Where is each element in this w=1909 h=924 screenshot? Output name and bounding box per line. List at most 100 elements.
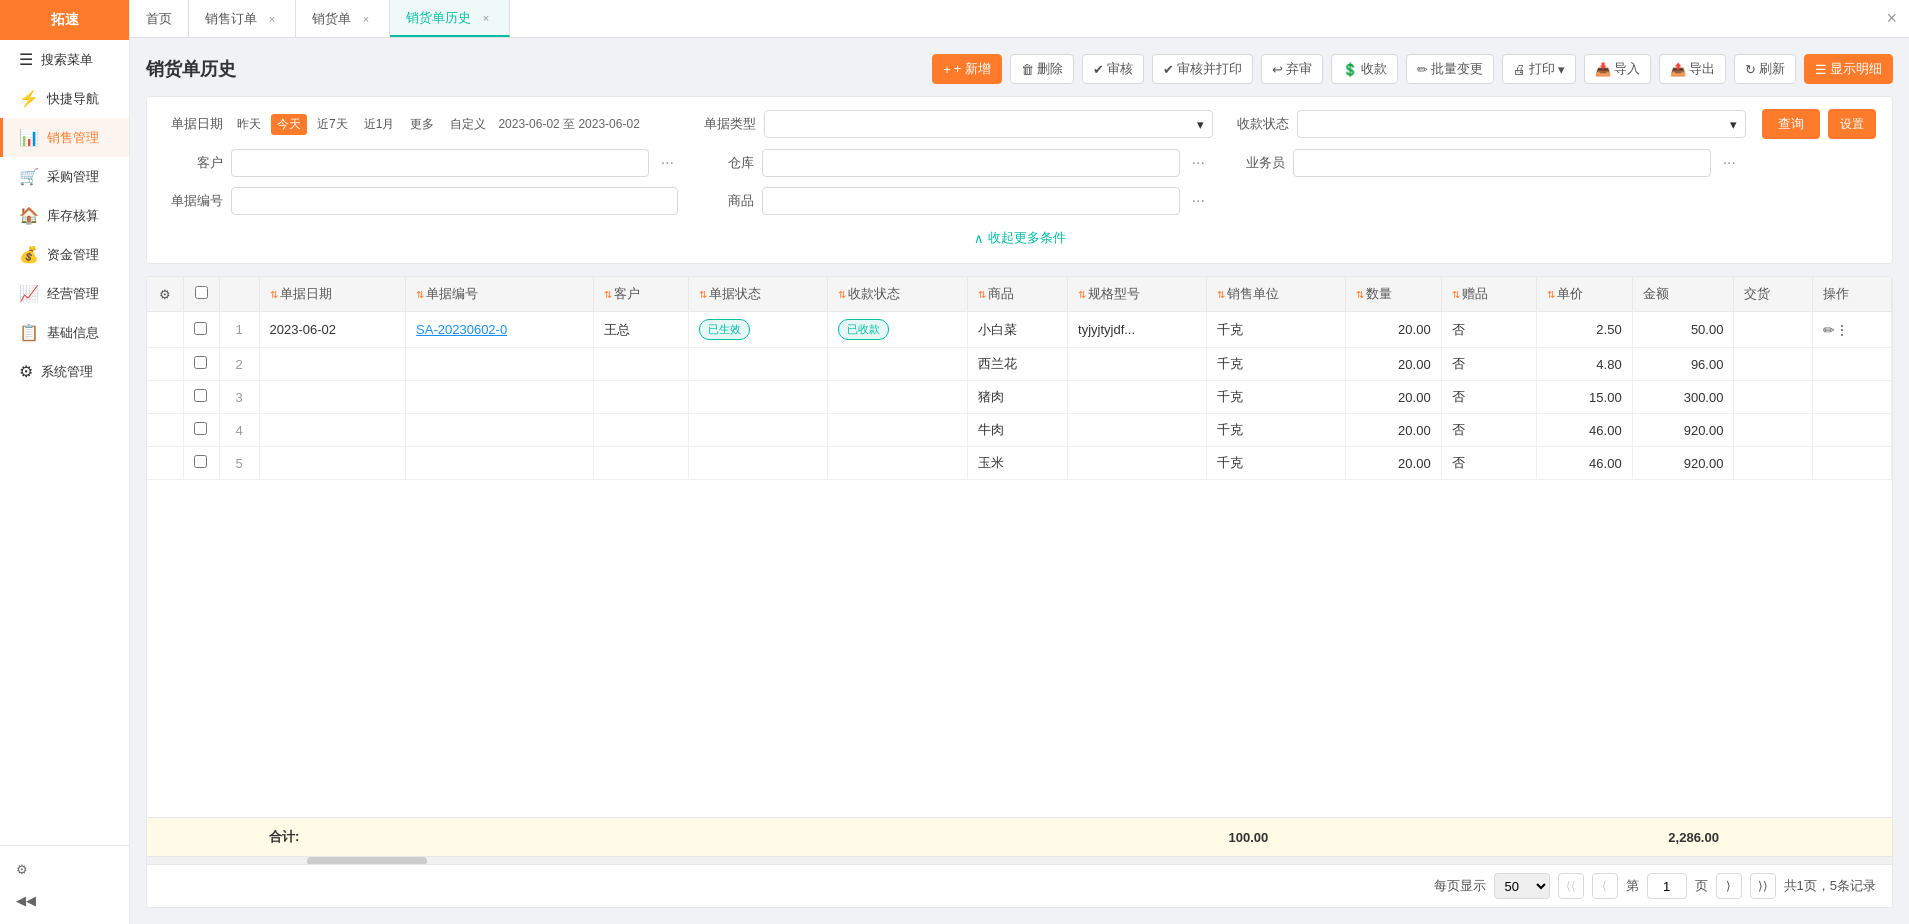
sidebar-item-purchase-mgmt[interactable]: 🛒 采购管理 <box>0 157 129 196</box>
shortcut-1month[interactable]: 近1月 <box>358 114 401 135</box>
filter-settings-btn[interactable]: 设置 <box>1828 109 1876 139</box>
shortcut-more[interactable]: 更多 <box>404 114 440 135</box>
goods-input[interactable] <box>762 187 1180 215</box>
warehouse-input[interactable] <box>762 149 1180 177</box>
tab-sales-delivery-close[interactable]: × <box>359 12 373 26</box>
th-price[interactable]: ⇅单价 <box>1537 277 1633 312</box>
th-checkbox[interactable] <box>183 277 219 312</box>
review-btn[interactable]: ✔ 审核 <box>1082 54 1144 84</box>
td-collection-status <box>828 447 967 480</box>
edit-icon[interactable]: ✏ <box>1823 322 1835 338</box>
th-customer[interactable]: ⇅客户 <box>593 277 689 312</box>
td-action[interactable] <box>1813 414 1892 447</box>
display-detail-btn[interactable]: ☰ 显示明细 <box>1804 54 1893 84</box>
td-checkbox[interactable] <box>183 447 219 480</box>
th-doc-status[interactable]: ⇅单据状态 <box>689 277 828 312</box>
select-all-checkbox[interactable] <box>195 286 208 299</box>
sidebar-settings-btn[interactable]: ⚙ <box>0 854 129 885</box>
tab-home[interactable]: 首页 <box>130 0 189 37</box>
th-settings[interactable]: ⚙ <box>147 277 183 312</box>
table-scroll-area[interactable]: ⚙ ⇅单据日期 ⇅单据编号 ⇅客户 ⇅单据状态 ⇅收款状态 ⇅商品 ⇅规格型号 … <box>147 277 1892 817</box>
th-goods[interactable]: ⇅商品 <box>967 277 1068 312</box>
doc-number-input[interactable] <box>231 187 678 215</box>
customer-more-btn[interactable]: ··· <box>657 154 678 172</box>
page-number-input[interactable] <box>1647 873 1687 899</box>
th-doc-number[interactable]: ⇅单据编号 <box>406 277 594 312</box>
td-action[interactable] <box>1813 348 1892 381</box>
td-doc-number[interactable]: SA-20230602-0 <box>406 312 594 348</box>
td-checkbox[interactable] <box>183 414 219 447</box>
td-doc-number[interactable] <box>406 414 594 447</box>
row-checkbox[interactable] <box>194 389 207 402</box>
sidebar-item-basic-info[interactable]: 📋 基础信息 <box>0 313 129 352</box>
salesperson-input[interactable] <box>1293 149 1711 177</box>
doc-type-select[interactable]: ▾ <box>764 110 1213 138</box>
query-btn[interactable]: 查询 <box>1762 109 1820 139</box>
td-checkbox[interactable] <box>183 381 219 414</box>
more-icon[interactable]: ⋮ <box>1835 322 1849 338</box>
row-checkbox[interactable] <box>194 356 207 369</box>
goods-more-btn[interactable]: ··· <box>1188 192 1209 210</box>
batch-change-btn[interactable]: ✏ 批量变更 <box>1406 54 1494 84</box>
sidebar-item-ops-mgmt[interactable]: 📈 经营管理 <box>0 274 129 313</box>
export-btn[interactable]: 📤 导出 <box>1659 54 1726 84</box>
td-action[interactable] <box>1813 447 1892 480</box>
sidebar-item-fund-mgmt[interactable]: 💰 资金管理 <box>0 235 129 274</box>
salesperson-more-btn[interactable]: ··· <box>1719 154 1740 172</box>
shortcut-7days[interactable]: 近7天 <box>311 114 354 135</box>
shortcut-custom[interactable]: 自定义 <box>444 114 492 135</box>
td-doc-number[interactable] <box>406 381 594 414</box>
refresh-btn[interactable]: ↻ 刷新 <box>1734 54 1796 84</box>
th-unit[interactable]: ⇅销售单位 <box>1207 277 1346 312</box>
horizontal-scrollbar[interactable] <box>147 856 1892 864</box>
customer-input[interactable] <box>231 149 649 177</box>
th-spec[interactable]: ⇅规格型号 <box>1068 277 1207 312</box>
td-action[interactable] <box>1813 381 1892 414</box>
per-page-select[interactable]: 50 10 20 100 <box>1494 873 1550 899</box>
tab-sales-order-close[interactable]: × <box>265 12 279 26</box>
print-btn[interactable]: 🖨 打印 ▾ <box>1502 54 1576 84</box>
close-all-btn[interactable]: × <box>1874 8 1909 29</box>
td-doc-number[interactable] <box>406 348 594 381</box>
th-qty[interactable]: ⇅数量 <box>1346 277 1442 312</box>
import-btn[interactable]: 📥 导入 <box>1584 54 1651 84</box>
next-page-btn[interactable]: ⟩ <box>1716 873 1742 899</box>
shortcut-today[interactable]: 今天 <box>271 114 307 135</box>
th-collection-status[interactable]: ⇅收款状态 <box>828 277 967 312</box>
th-gift[interactable]: ⇅赠品 <box>1441 277 1537 312</box>
collapse-filter-btn[interactable]: ∧ 收起更多条件 <box>163 225 1876 251</box>
sidebar-item-sales-mgmt[interactable]: 📊 销售管理 <box>0 118 129 157</box>
tab-sales-delivery-history-close[interactable]: × <box>479 11 493 25</box>
td-checkbox[interactable] <box>183 348 219 381</box>
date-range-value: 2023-06-02 至 2023-06-02 <box>498 116 639 133</box>
td-checkbox[interactable] <box>183 312 219 348</box>
prev-page-btn[interactable]: ⟨ <box>1592 873 1618 899</box>
shortcut-yesterday[interactable]: 昨天 <box>231 114 267 135</box>
doc-number-link[interactable]: SA-20230602-0 <box>416 322 507 337</box>
tab-sales-delivery-history[interactable]: 销货单历史 × <box>390 0 510 37</box>
sidebar-collapse-btn[interactable]: ◀◀ <box>0 885 129 916</box>
filter-doc-type: 单据类型 ▾ <box>696 110 1213 138</box>
td-unit: 千克 <box>1207 414 1346 447</box>
row-checkbox[interactable] <box>194 455 207 468</box>
new-btn[interactable]: + + 新增 <box>932 54 1002 84</box>
sidebar-item-inventory-calc[interactable]: 🏠 库存核算 <box>0 196 129 235</box>
tab-sales-delivery[interactable]: 销货单 × <box>296 0 390 37</box>
th-doc-date[interactable]: ⇅单据日期 <box>259 277 406 312</box>
row-checkbox[interactable] <box>194 322 207 335</box>
abandon-btn[interactable]: ↩ 弃审 <box>1261 54 1323 84</box>
review-print-btn[interactable]: ✔ 审核并打印 <box>1152 54 1253 84</box>
sidebar-item-search-menu[interactable]: ☰ 搜索菜单 <box>0 40 129 79</box>
delete-btn[interactable]: 🗑 删除 <box>1010 54 1074 84</box>
collection-status-select[interactable]: ▾ <box>1297 110 1746 138</box>
warehouse-more-btn[interactable]: ··· <box>1188 154 1209 172</box>
tab-sales-order[interactable]: 销售订单 × <box>189 0 296 37</box>
sidebar-item-quick-nav[interactable]: ⚡ 快捷导航 <box>0 79 129 118</box>
td-doc-number[interactable] <box>406 447 594 480</box>
sidebar-item-sys-mgmt[interactable]: ⚙ 系统管理 <box>0 352 129 391</box>
collect-btn[interactable]: 💲 收款 <box>1331 54 1398 84</box>
last-page-btn[interactable]: ⟩⟩ <box>1750 873 1776 899</box>
row-checkbox[interactable] <box>194 422 207 435</box>
td-action[interactable]: ✏⋮ <box>1813 312 1892 348</box>
first-page-btn[interactable]: ⟨⟨ <box>1558 873 1584 899</box>
